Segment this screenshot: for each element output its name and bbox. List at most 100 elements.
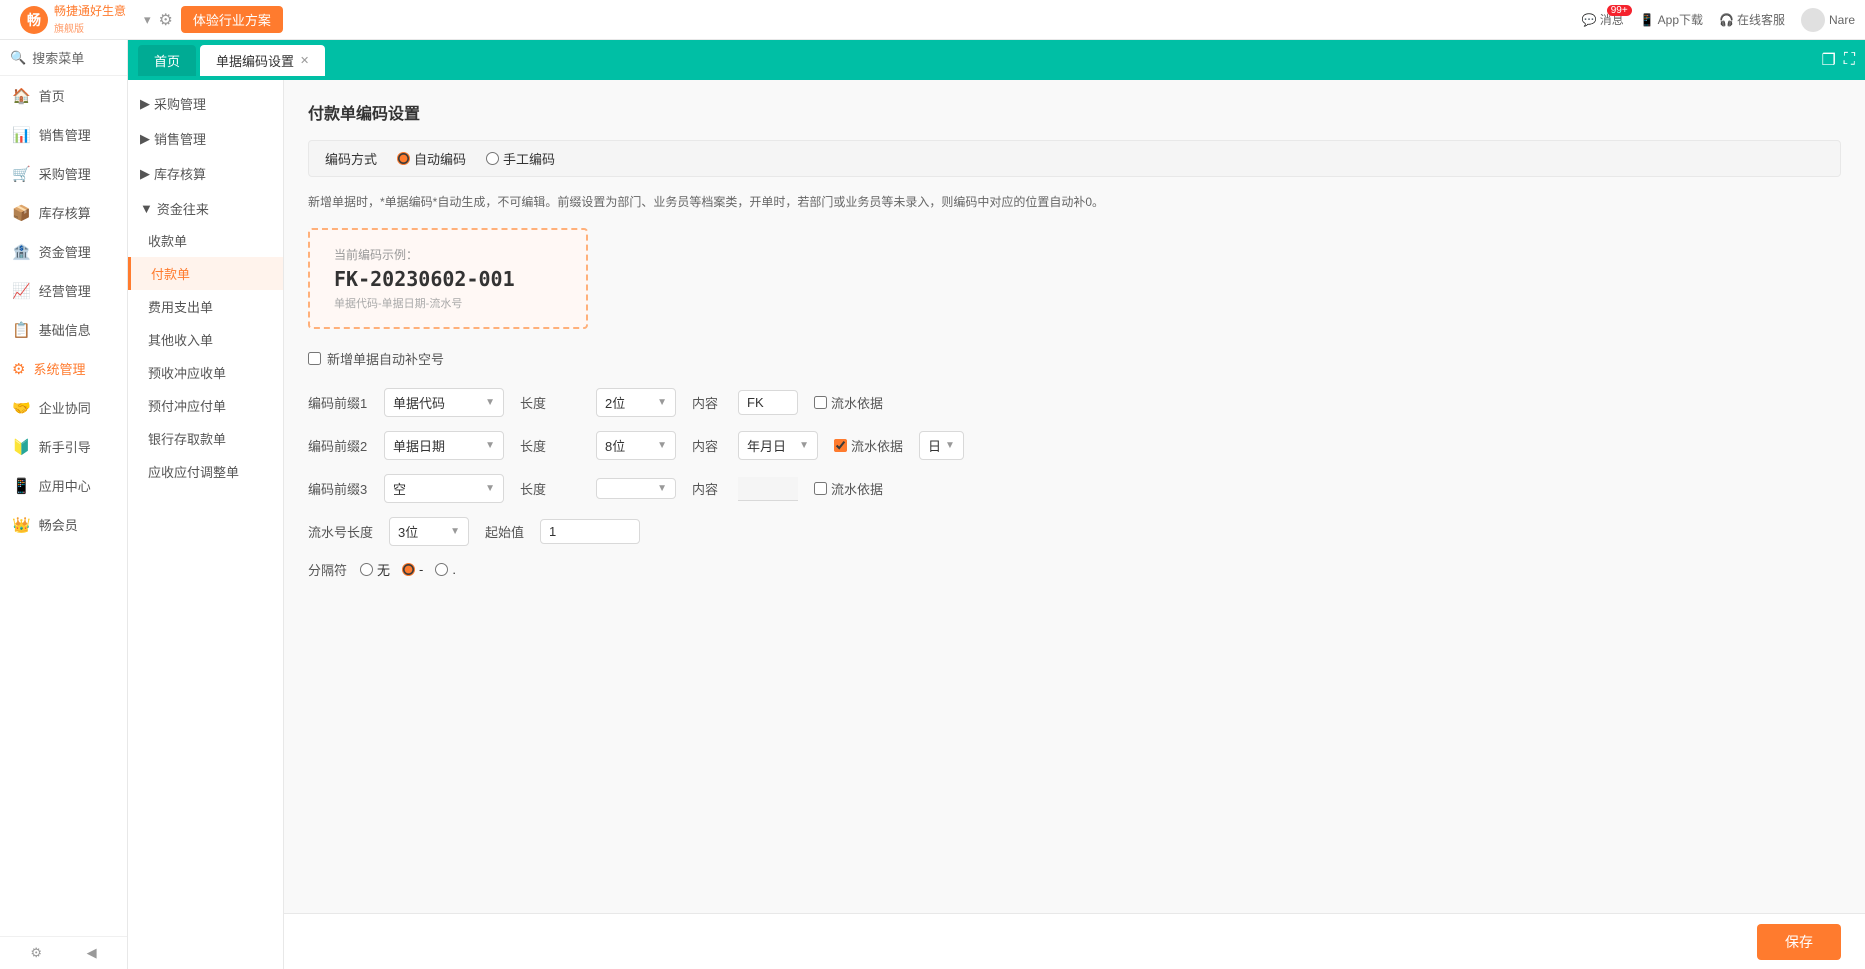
sec-group-purchase-title[interactable]: ▶ 采购管理 <box>128 88 283 119</box>
sidebar-item-inventory-label: 库存核算 <box>39 203 91 222</box>
sidebar-item-apps[interactable]: 📱 应用中心 <box>0 466 127 505</box>
length3-select[interactable]: ▼ <box>596 478 676 499</box>
prefix1-label: 编码前缀1 <box>308 393 368 412</box>
tab-home-label: 首页 <box>154 51 180 70</box>
dropdown-arrow[interactable]: ▾ <box>144 12 151 28</box>
basic-icon: 📋 <box>12 321 31 339</box>
sec-item-payment[interactable]: 付款单 <box>128 257 283 290</box>
prefix3-select[interactable]: 空 ▼ <box>384 474 504 503</box>
separator-none-label: 无 <box>377 560 390 579</box>
sec-group-sales-title[interactable]: ▶ 销售管理 <box>128 123 283 154</box>
secondary-sidebar: ▶ 采购管理 ▶ 销售管理 ▶ 库存核算 <box>128 80 284 969</box>
auto-code-radio[interactable] <box>397 152 410 165</box>
sec-group-capital-title[interactable]: ▼ 资金往来 <box>128 193 283 224</box>
sec-item-receipt[interactable]: 收款单 <box>128 224 283 257</box>
sec-item-expense[interactable]: 费用支出单 <box>128 290 283 323</box>
separator-none-radio[interactable] <box>360 563 373 576</box>
sec-group-capital-label: 资金往来 <box>157 199 209 218</box>
arrow-right-icon: ▶ <box>140 96 150 112</box>
nav-tab-actions: ❐ ⛶ <box>1821 50 1855 70</box>
online-service-btn[interactable]: 🎧 在线客服 <box>1719 11 1785 28</box>
content2-select[interactable]: 年月日 ▼ <box>738 431 818 460</box>
headset-icon: 🎧 <box>1719 13 1734 27</box>
sidebar-item-inventory[interactable]: 📦 库存核算 <box>0 193 127 232</box>
sidebar-item-member[interactable]: 👑 畅会员 <box>0 505 127 544</box>
sec-group-inventory: ▶ 库存核算 <box>128 158 283 189</box>
message-btn[interactable]: 💬 消息 99+ <box>1582 11 1624 28</box>
trial-button[interactable]: 体验行业方案 <box>181 6 283 33</box>
sidebar-search-label: 搜索菜单 <box>32 48 84 67</box>
sidebar-item-purchase-label: 采购管理 <box>39 164 91 183</box>
maximize-icon[interactable]: ⛶ <box>1844 51 1855 69</box>
liushui3-checkbox[interactable] <box>814 482 827 495</box>
sidebar-item-member-label: 畅会员 <box>39 515 78 534</box>
sec-item-pre-receivable[interactable]: 预收冲应收单 <box>128 356 283 389</box>
tab-encoding-settings[interactable]: 单据编码设置 ✕ <box>200 45 325 76</box>
sec-item-bank-deposit[interactable]: 银行存取款单 <box>128 422 283 455</box>
restore-icon[interactable]: ❐ <box>1821 50 1835 70</box>
prefix2-value: 单据日期 <box>393 436 445 455</box>
guide-icon: 🔰 <box>12 438 31 456</box>
tab-close-icon[interactable]: ✕ <box>300 54 309 67</box>
sec-group-inventory-label: 库存核算 <box>154 164 206 183</box>
manual-code-option[interactable]: 手工编码 <box>486 149 555 168</box>
sec-group-purchase-label: 采购管理 <box>154 94 206 113</box>
liushui1-checkbox[interactable] <box>814 396 827 409</box>
sec-item-other-income[interactable]: 其他收入单 <box>128 323 283 356</box>
liushui2-checkbox[interactable] <box>834 439 847 452</box>
content2-arrow: ▼ <box>799 440 809 451</box>
auto-fill-checkbox[interactable] <box>308 352 321 365</box>
sec-item-ap-adjustment[interactable]: 应收应付调整单 <box>128 455 283 488</box>
tab-encoding-label: 单据编码设置 <box>216 51 294 70</box>
sidebar-item-sales[interactable]: 📊 销售管理 <box>0 115 127 154</box>
separator-dash-option[interactable]: - <box>402 562 423 577</box>
liushui2-unit-select[interactable]: 日 ▼ <box>919 431 964 460</box>
arrow-down-icon: ▼ <box>140 201 153 216</box>
liushui2-unit-value: 日 <box>928 436 941 455</box>
start-value-input[interactable] <box>540 519 640 544</box>
content3-input[interactable] <box>738 477 798 501</box>
separator-dot-radio[interactable] <box>435 563 448 576</box>
prefix2-arrow: ▼ <box>485 440 495 451</box>
length1-select[interactable]: 2位 ▼ <box>596 388 676 417</box>
sidebar-item-operation-label: 经营管理 <box>39 281 91 300</box>
collapse-icon[interactable]: ◀ <box>87 945 97 961</box>
manual-code-radio[interactable] <box>486 152 499 165</box>
settings-icon[interactable]: ⚙ <box>30 945 42 961</box>
separator-none-option[interactable]: 无 <box>360 560 390 579</box>
sidebar-item-operation[interactable]: 📈 经营管理 <box>0 271 127 310</box>
prefix1-select[interactable]: 单据代码 ▼ <box>384 388 504 417</box>
sec-group-inventory-title[interactable]: ▶ 库存核算 <box>128 158 283 189</box>
auto-fill-row: 新增单据自动补空号 <box>308 349 1841 368</box>
prefix2-label: 编码前缀2 <box>308 436 368 455</box>
sidebar-item-home[interactable]: 🏠 首页 <box>0 76 127 115</box>
prefix2-select[interactable]: 单据日期 ▼ <box>384 431 504 460</box>
separator-dash-radio[interactable] <box>402 563 415 576</box>
user-avatar <box>1801 8 1825 32</box>
gear-icon[interactable]: ⚙ <box>159 10 173 30</box>
liushui3-label: 流水依据 <box>831 479 883 498</box>
sec-group-capital: ▼ 资金往来 收款单 付款单 费用支出单 其他收入单 预收冲应收单 预付冲应付单… <box>128 193 283 488</box>
serial-length-label: 流水号长度 <box>308 522 373 541</box>
sec-item-pre-payable[interactable]: 预付冲应付单 <box>128 389 283 422</box>
user-info[interactable]: Nare <box>1801 8 1855 32</box>
app-download-btn[interactable]: 📱 App下载 <box>1640 11 1703 28</box>
separator-dot-option[interactable]: . <box>435 562 456 577</box>
serial-length-select[interactable]: 3位 ▼ <box>389 517 469 546</box>
auto-fill-label: 新增单据自动补空号 <box>327 349 444 368</box>
sidebar-item-basic[interactable]: 📋 基础信息 <box>0 310 127 349</box>
sidebar-item-enterprise[interactable]: 🤝 企业协同 <box>0 388 127 427</box>
serial-length-arrow: ▼ <box>450 526 460 537</box>
sidebar-item-system[interactable]: ⚙ 系统管理 <box>0 349 127 388</box>
serial-length-value: 3位 <box>398 522 418 541</box>
sidebar-search[interactable]: 🔍 搜索菜单 <box>0 40 127 76</box>
save-button[interactable]: 保存 <box>1757 924 1841 960</box>
sidebar-item-purchase[interactable]: 🛒 采购管理 <box>0 154 127 193</box>
tab-home[interactable]: 首页 <box>138 45 196 76</box>
content1-input[interactable] <box>738 390 798 415</box>
sidebar-item-guide[interactable]: 🔰 新手引导 <box>0 427 127 466</box>
length3-arrow: ▼ <box>657 483 667 494</box>
length2-select[interactable]: 8位 ▼ <box>596 431 676 460</box>
auto-code-option[interactable]: 自动编码 <box>397 149 466 168</box>
sidebar-item-finance[interactable]: 🏦 资金管理 <box>0 232 127 271</box>
